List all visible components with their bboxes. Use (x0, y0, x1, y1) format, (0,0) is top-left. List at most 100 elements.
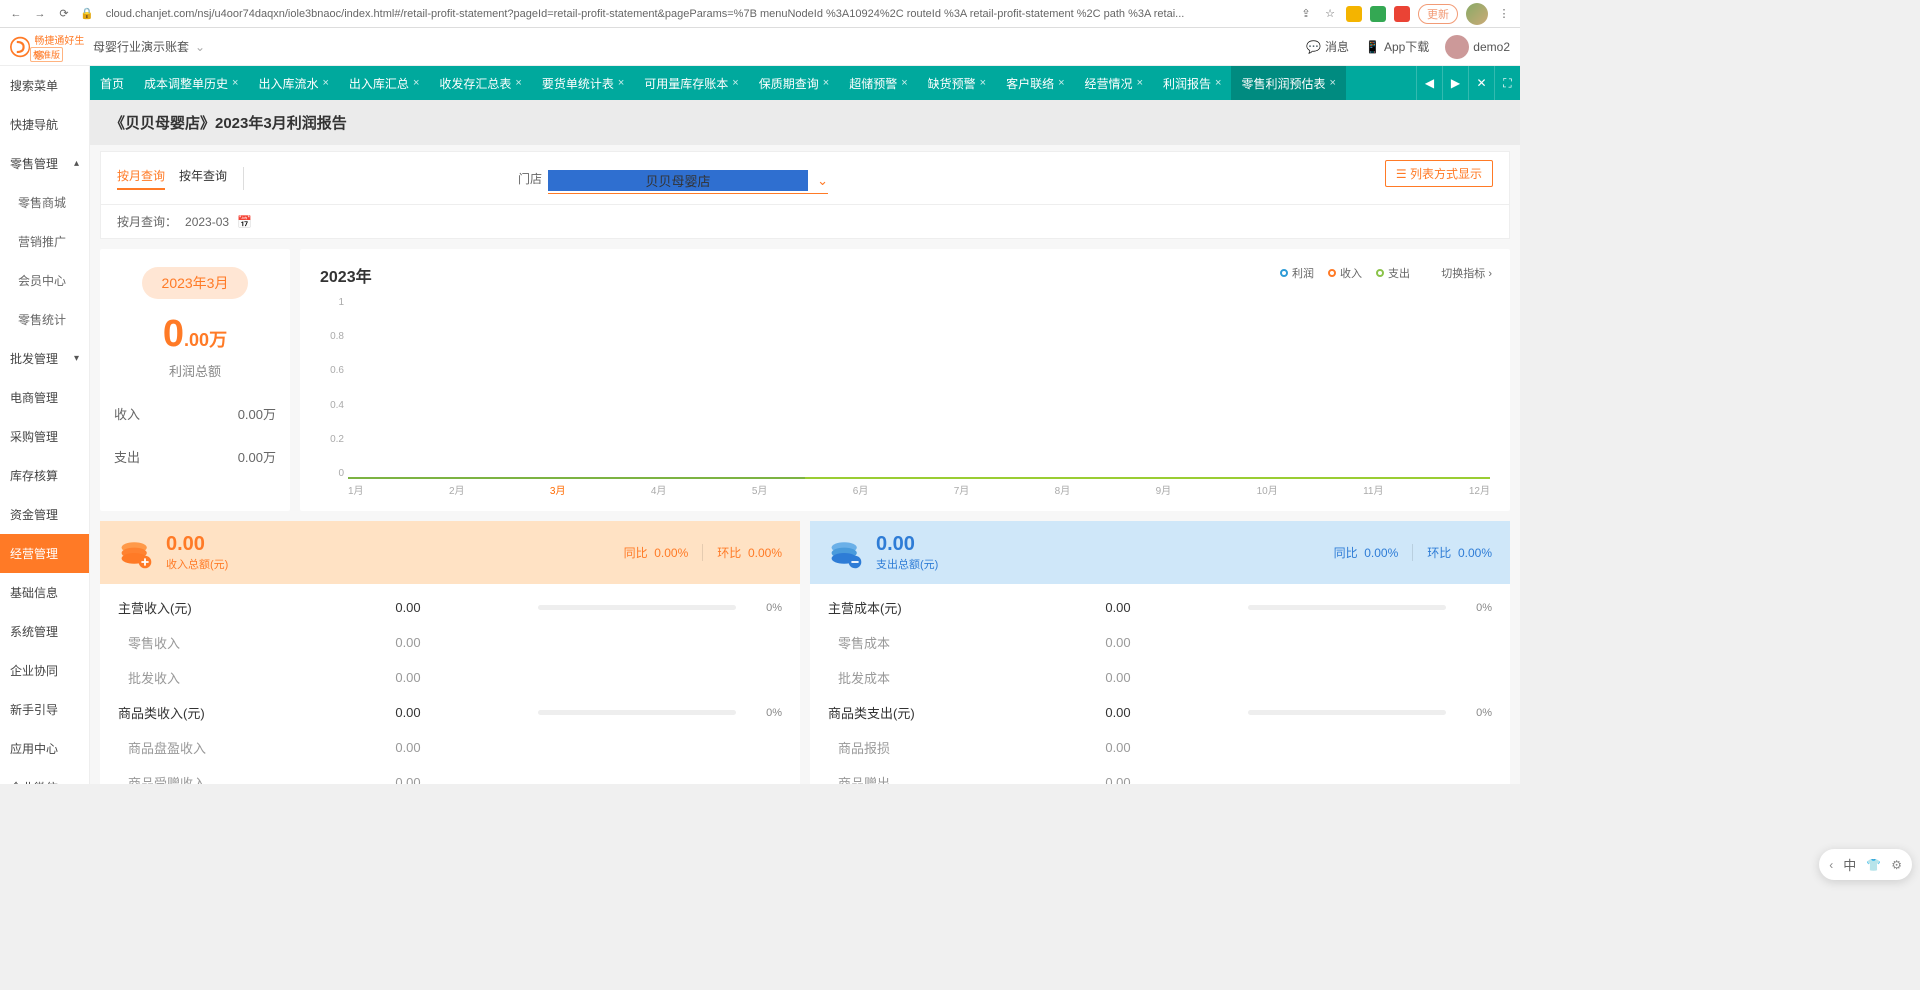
tab[interactable]: 缺货预警× (918, 66, 996, 100)
tab[interactable]: 保质期查询× (749, 66, 839, 100)
close-icon[interactable]: × (515, 77, 521, 89)
query-tab-month[interactable]: 按月查询 (117, 167, 165, 190)
query-tab-year[interactable]: 按年查询 (179, 167, 227, 190)
tab[interactable]: 成本调整单历史× (134, 66, 248, 100)
sidebar-item[interactable]: 采购管理 (0, 417, 89, 456)
close-icon[interactable]: × (618, 77, 624, 89)
close-icon[interactable]: × (1329, 77, 1335, 89)
store-value: 贝贝母婴店 (548, 170, 808, 191)
ext-icon-2[interactable] (1370, 6, 1386, 22)
ext-icon-3[interactable] (1394, 6, 1410, 22)
back-icon[interactable]: ← (8, 6, 24, 22)
sidebar-item[interactable]: 零售管理▴ (0, 144, 89, 183)
reload-icon[interactable]: ⟳ (56, 6, 72, 22)
x-tick: 2月 (449, 482, 465, 497)
sidebar-item[interactable]: 企业微信 (0, 768, 89, 784)
close-icon[interactable]: × (232, 77, 238, 89)
close-icon[interactable]: × (823, 77, 829, 89)
income-yoy-label: 同比 (624, 546, 648, 560)
switch-indicator[interactable]: 切换指标 › (1441, 265, 1492, 281)
table-row: 商品受赠收入0.00 (118, 765, 782, 784)
shirt-icon[interactable]: 👕 (1866, 858, 1881, 872)
x-tick: 12月 (1469, 482, 1490, 497)
sidebar-item[interactable]: 企业协同 (0, 651, 89, 690)
legend-item[interactable]: 利润 (1280, 265, 1314, 281)
tabs-fullscreen[interactable]: ⛶ (1494, 66, 1520, 100)
sidebar-item[interactable]: 应用中心 (0, 729, 89, 768)
tab[interactable]: 经营情况× (1075, 66, 1153, 100)
sidebar-item[interactable]: 资金管理 (0, 495, 89, 534)
list-mode-button[interactable]: ☰ 列表方式显示 (1385, 160, 1493, 187)
share-icon[interactable]: ⇪ (1298, 6, 1314, 22)
sidebar-item[interactable]: 电商管理 (0, 378, 89, 417)
tab[interactable]: 出入库流水× (248, 66, 338, 100)
tab[interactable]: 可用量库存账本 × (634, 66, 748, 100)
edition-badge: 标准版 (30, 47, 63, 62)
close-icon[interactable]: × (1137, 77, 1143, 89)
chart-card: 2023年 利润收入支出 切换指标 › 10.80.60.40.20 1月2月3… (300, 249, 1510, 511)
x-tick: 4月 (651, 482, 667, 497)
tab[interactable]: 首页 (90, 66, 134, 100)
close-icon[interactable]: × (980, 77, 986, 89)
legend-item[interactable]: 支出 (1376, 265, 1410, 281)
x-tick: 8月 (1055, 482, 1071, 497)
ext-icon-1[interactable] (1346, 6, 1362, 22)
close-icon[interactable]: × (1215, 77, 1221, 89)
tabs-bar: 首页成本调整单历史×出入库流水×出入库汇总×收发存汇总表×要货单统计表×可用量库… (90, 66, 1520, 100)
forward-icon[interactable]: → (32, 6, 48, 22)
sidebar-item[interactable]: 零售商城 (0, 183, 89, 222)
url-bar[interactable]: cloud.chanjet.com/nsj/u4oor74daqxn/iole3… (106, 8, 1290, 20)
sidebar-item[interactable]: 搜索菜单 (0, 66, 89, 105)
star-icon[interactable]: ☆ (1322, 6, 1338, 22)
sidebar-item[interactable]: 新手引导 (0, 690, 89, 729)
sidebar-item[interactable]: 库存核算 (0, 456, 89, 495)
sidebar-item[interactable]: 零售统计 (0, 300, 89, 339)
app-download-button[interactable]: 📱 App下载 (1365, 38, 1429, 55)
tabs-scroll-right[interactable]: ▶ (1442, 66, 1468, 100)
tab[interactable]: 超储预警× (839, 66, 917, 100)
sidebar-item[interactable]: 营销推广 (0, 222, 89, 261)
table-row: 商品赠出0.00 (828, 765, 1492, 784)
row-bar (1248, 605, 1446, 610)
month-value[interactable]: 2023-03 (185, 215, 229, 229)
translate-button[interactable]: 更新 (1418, 4, 1458, 24)
sidebar-item[interactable]: 经营管理 (0, 534, 89, 573)
user-menu[interactable]: demo2 (1445, 35, 1510, 59)
ime-lang[interactable]: 中 (1843, 855, 1856, 874)
float-toolbar[interactable]: ‹ 中 👕 ⚙ (1819, 849, 1912, 880)
close-icon[interactable]: × (413, 77, 419, 89)
settings-icon[interactable]: ⚙ (1891, 858, 1902, 872)
tab[interactable]: 收发存汇总表× (429, 66, 531, 100)
sidebar-item[interactable]: 系统管理 (0, 612, 89, 651)
row-value: 0.00 (278, 600, 538, 615)
sidebar-item[interactable]: 会员中心 (0, 261, 89, 300)
income-panel: 0.00 收入总额(元) 同比 0.00% 环比 0.00% 主营收入(元)0.… (100, 521, 800, 784)
messages-button[interactable]: 💬 消息 (1306, 38, 1349, 55)
profile-avatar[interactable] (1466, 3, 1488, 25)
tabs-scroll-left[interactable]: ◀ (1416, 66, 1442, 100)
sidebar-item[interactable]: 基础信息 (0, 573, 89, 612)
legend-item[interactable]: 收入 (1328, 265, 1362, 281)
y-tick: 0 (320, 468, 344, 479)
tab[interactable]: 零售利润预估表× (1231, 66, 1345, 100)
tab[interactable]: 要货单统计表× (532, 66, 634, 100)
close-icon[interactable]: × (322, 77, 328, 89)
account-selector[interactable]: 母婴行业演示账套 ⌄ (93, 38, 205, 55)
tab[interactable]: 利润报告× (1153, 66, 1231, 100)
tab[interactable]: 客户联络× (996, 66, 1074, 100)
sidebar-item[interactable]: 批发管理▾ (0, 339, 89, 378)
collapse-icon[interactable]: ‹ (1829, 858, 1833, 872)
profit-unit: 万 (209, 330, 227, 350)
table-row: 零售收入0.00 (118, 625, 782, 660)
close-icon[interactable]: × (901, 77, 907, 89)
calendar-icon[interactable]: 📅 (237, 215, 252, 229)
kebab-icon[interactable]: ⋮ (1496, 6, 1512, 22)
tabs-close-all[interactable]: ✕ (1468, 66, 1494, 100)
close-icon[interactable]: × (1058, 77, 1064, 89)
tab-label: 可用量库存账本 (644, 75, 728, 92)
store-selector[interactable]: 门店 贝贝母婴店 ⌄ (518, 162, 828, 194)
sidebar-item[interactable]: 快捷导航 (0, 105, 89, 144)
close-icon[interactable]: × (732, 77, 738, 89)
expense-value: 0.00万 (238, 447, 276, 466)
tab[interactable]: 出入库汇总× (339, 66, 429, 100)
